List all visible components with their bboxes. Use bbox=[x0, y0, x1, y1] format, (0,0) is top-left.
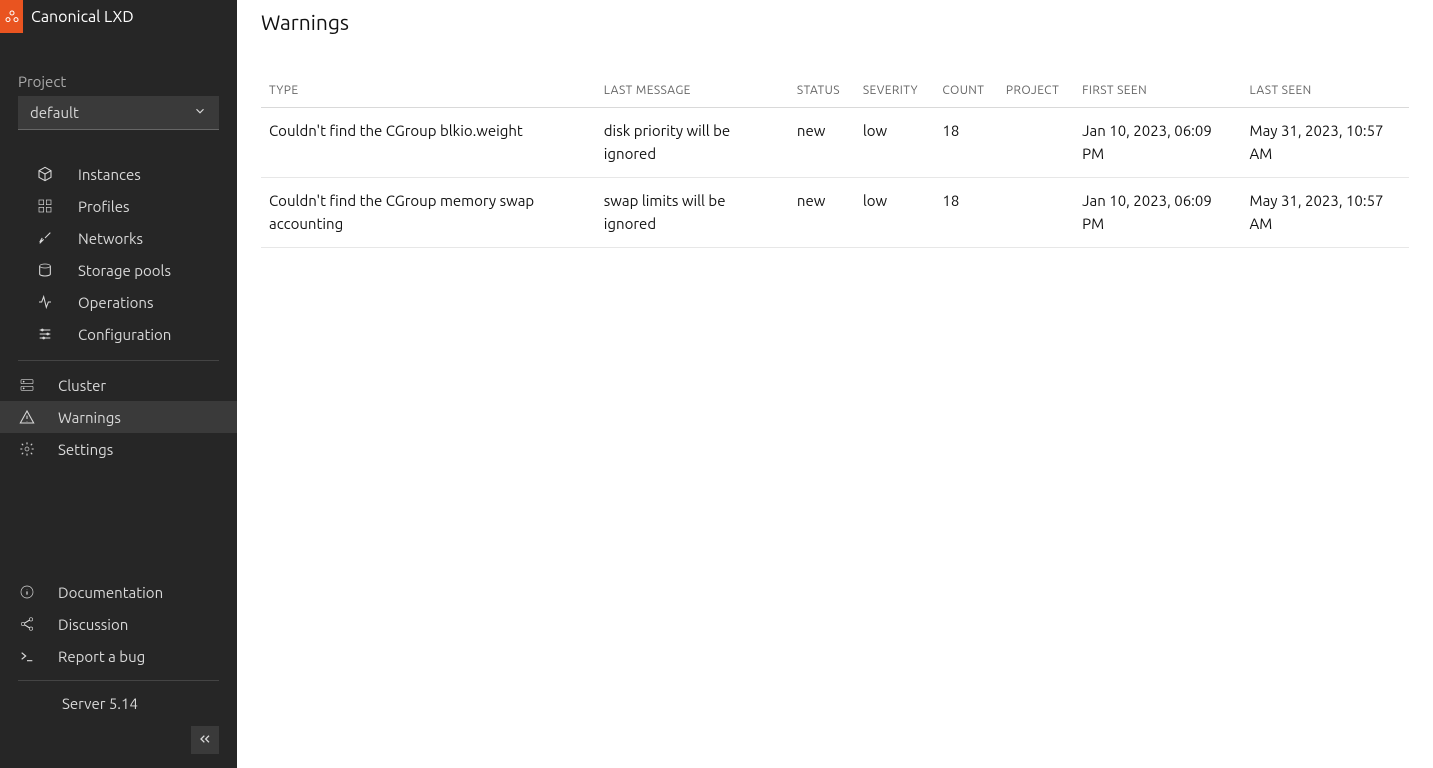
cell-severity: low bbox=[855, 108, 935, 178]
sidebar-item-label: Storage pools bbox=[78, 262, 171, 279]
table-row[interactable]: Couldn't find the CGroup memory swap acc… bbox=[261, 178, 1409, 248]
sidebar-item-report-bug[interactable]: Report a bug bbox=[0, 640, 237, 672]
sidebar-item-discussion[interactable]: Discussion bbox=[0, 608, 237, 640]
cell-last_message: swap limits will be ignored bbox=[596, 178, 789, 248]
sidebar-item-warnings[interactable]: Warnings bbox=[0, 401, 237, 433]
main-content: Warnings TYPE LAST MESSAGE STATUS SEVERI… bbox=[237, 0, 1433, 768]
sidebar-item-configuration[interactable]: Configuration bbox=[0, 318, 237, 350]
sidebar-item-operations[interactable]: Operations bbox=[0, 286, 237, 318]
cell-project bbox=[998, 108, 1074, 178]
warning-icon bbox=[18, 408, 36, 426]
sidebar-item-documentation[interactable]: Documentation bbox=[0, 576, 237, 608]
page-title: Warnings bbox=[261, 10, 1409, 34]
collapse-sidebar-button[interactable] bbox=[191, 726, 219, 754]
cell-severity: low bbox=[855, 178, 935, 248]
sidebar-item-label: Documentation bbox=[58, 584, 163, 601]
cell-project bbox=[998, 178, 1074, 248]
table-row[interactable]: Couldn't find the CGroup blkio.weightdis… bbox=[261, 108, 1409, 178]
col-header-severity[interactable]: SEVERITY bbox=[855, 74, 935, 108]
col-header-last-message[interactable]: LAST MESSAGE bbox=[596, 74, 789, 108]
cell-type: Couldn't find the CGroup memory swap acc… bbox=[261, 178, 596, 248]
sidebar-item-label: Networks bbox=[78, 230, 143, 247]
database-icon bbox=[36, 261, 54, 279]
sidebar-item-profiles[interactable]: Profiles bbox=[0, 190, 237, 222]
col-header-type[interactable]: TYPE bbox=[261, 74, 596, 108]
col-header-last-seen[interactable]: LAST SEEN bbox=[1242, 74, 1409, 108]
sidebar-item-label: Profiles bbox=[78, 198, 130, 215]
project-select-value: default bbox=[30, 104, 79, 121]
col-header-status[interactable]: STATUS bbox=[789, 74, 855, 108]
sidebar-item-label: Configuration bbox=[78, 326, 171, 343]
project-block: Project default bbox=[0, 33, 237, 140]
warnings-table: TYPE LAST MESSAGE STATUS SEVERITY COUNT … bbox=[261, 74, 1409, 248]
cell-status: new bbox=[789, 178, 855, 248]
cell-count: 18 bbox=[934, 108, 998, 178]
brand-logo-icon bbox=[0, 0, 23, 33]
box-icon bbox=[36, 165, 54, 183]
cell-type: Couldn't find the CGroup blkio.weight bbox=[261, 108, 596, 178]
info-icon bbox=[18, 583, 36, 601]
cell-last_seen: May 31, 2023, 10:57 AM bbox=[1242, 108, 1409, 178]
sidebar-item-label: Report a bug bbox=[58, 648, 145, 665]
sidebar-item-label: Cluster bbox=[58, 377, 106, 394]
brand-text: Canonical LXD bbox=[23, 8, 134, 26]
nav-sub-group: Instances Profiles Networks Storage pool… bbox=[0, 140, 237, 350]
sidebar-item-storage-pools[interactable]: Storage pools bbox=[0, 254, 237, 286]
sliders-icon bbox=[36, 325, 54, 343]
sidebar-item-instances[interactable]: Instances bbox=[0, 158, 237, 190]
sidebar-item-label: Operations bbox=[78, 294, 153, 311]
nav-bottom-group: Documentation Discussion Report a bug Se… bbox=[0, 576, 237, 768]
sidebar-item-cluster[interactable]: Cluster bbox=[0, 369, 237, 401]
divider bbox=[18, 360, 219, 361]
cell-status: new bbox=[789, 108, 855, 178]
activity-icon bbox=[36, 293, 54, 311]
brush-icon bbox=[36, 229, 54, 247]
gear-icon bbox=[18, 440, 36, 458]
terminal-icon bbox=[18, 647, 36, 665]
sidebar: Canonical LXD Project default Instances … bbox=[0, 0, 237, 768]
cell-first_seen: Jan 10, 2023, 06:09 PM bbox=[1074, 178, 1241, 248]
cell-first_seen: Jan 10, 2023, 06:09 PM bbox=[1074, 108, 1241, 178]
col-header-first-seen[interactable]: FIRST SEEN bbox=[1074, 74, 1241, 108]
nav-main-group: Cluster Warnings Settings bbox=[0, 369, 237, 465]
col-header-project[interactable]: PROJECT bbox=[998, 74, 1074, 108]
col-header-count[interactable]: COUNT bbox=[934, 74, 998, 108]
project-label: Project bbox=[18, 73, 219, 90]
sidebar-item-networks[interactable]: Networks bbox=[0, 222, 237, 254]
cell-last_message: disk priority will be ignored bbox=[596, 108, 789, 178]
sidebar-item-label: Discussion bbox=[58, 616, 128, 633]
chevrons-left-icon bbox=[197, 731, 213, 750]
chevron-down-icon bbox=[193, 104, 207, 121]
brand: Canonical LXD bbox=[0, 0, 237, 33]
sidebar-item-label: Settings bbox=[58, 441, 113, 458]
server-version: Server 5.14 bbox=[18, 680, 219, 722]
project-select[interactable]: default bbox=[18, 96, 219, 130]
share-icon bbox=[18, 615, 36, 633]
cell-count: 18 bbox=[934, 178, 998, 248]
sidebar-item-label: Instances bbox=[78, 166, 141, 183]
grid-icon bbox=[36, 197, 54, 215]
sidebar-item-label: Warnings bbox=[58, 409, 121, 426]
sidebar-item-settings[interactable]: Settings bbox=[0, 433, 237, 465]
cell-last_seen: May 31, 2023, 10:57 AM bbox=[1242, 178, 1409, 248]
server-icon bbox=[18, 376, 36, 394]
